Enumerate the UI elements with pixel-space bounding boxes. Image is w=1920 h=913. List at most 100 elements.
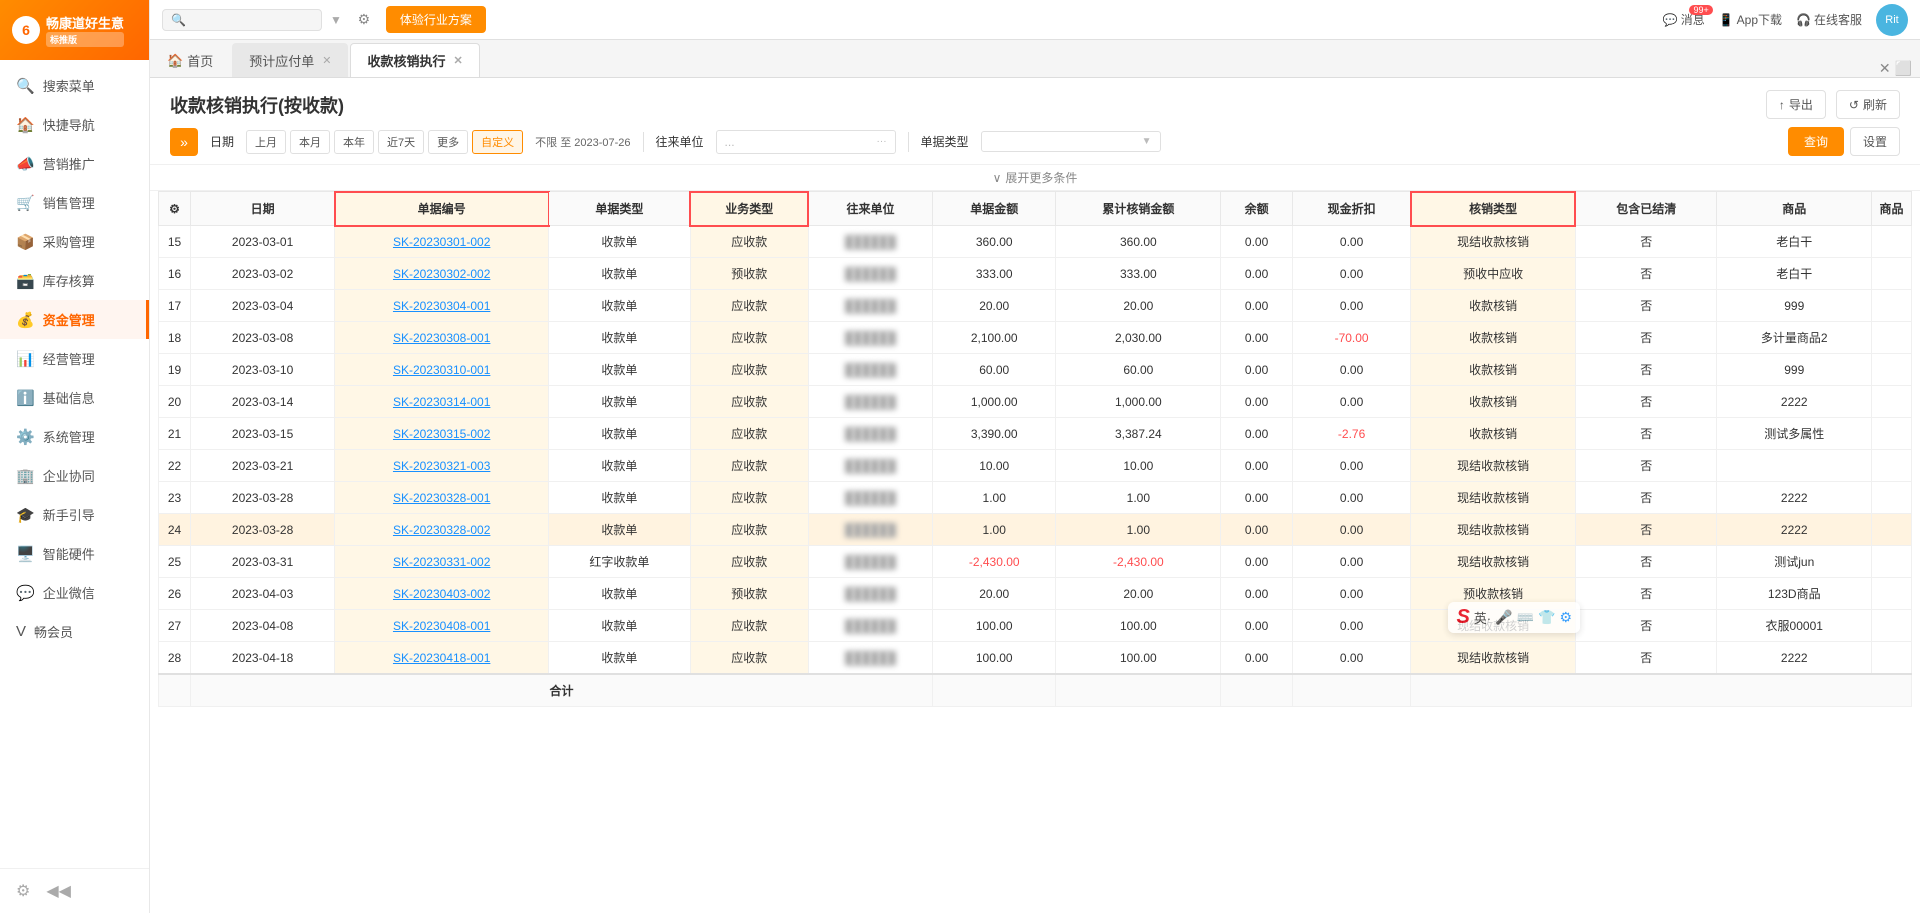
cell-num: 22 bbox=[159, 450, 191, 482]
last-7days-btn[interactable]: 近7天 bbox=[378, 130, 424, 154]
tab-prepay-close[interactable]: ✕ bbox=[322, 54, 331, 67]
cell-discount: 0.00 bbox=[1292, 450, 1410, 482]
doc-no-link[interactable]: SK-20230331-002 bbox=[393, 555, 490, 569]
topbar-gear-button[interactable]: ⚙ bbox=[350, 6, 378, 34]
cell-balance: 0.00 bbox=[1221, 386, 1293, 418]
sidebar-label-operations: 经营管理 bbox=[43, 349, 95, 368]
col-settings[interactable]: ⚙ bbox=[159, 192, 191, 226]
gear-icon[interactable]: ⚙ bbox=[16, 881, 30, 901]
topbar-search-input[interactable] bbox=[190, 13, 310, 27]
doc-type-select[interactable]: ▼ bbox=[981, 131, 1161, 152]
cell-goods1 bbox=[1717, 450, 1872, 482]
data-table: ⚙ 日期 单据编号 单据类型 业务类型 往来单位 单据金额 累计核销金额 余额 … bbox=[158, 191, 1912, 707]
sales-icon: 🛒 bbox=[16, 194, 35, 212]
export-button[interactable]: ↑ 导出 bbox=[1766, 90, 1826, 119]
sidebar-item-wechat[interactable]: 💬企业微信 bbox=[0, 573, 149, 612]
partner-select[interactable]: ... ··· bbox=[716, 130, 896, 154]
cell-doc-no: SK-20230304-001 bbox=[335, 290, 549, 322]
cell-verify-type: 现结收款核销 bbox=[1411, 514, 1576, 546]
doc-no-link[interactable]: SK-20230328-002 bbox=[393, 523, 490, 537]
watermark-grid-icon: ⌨️ bbox=[1517, 609, 1534, 626]
tab-collection[interactable]: 收款核销执行 ✕ bbox=[350, 43, 479, 77]
doc-no-link[interactable]: SK-20230308-001 bbox=[393, 331, 490, 345]
sidebar-item-member[interactable]: V畅会员 bbox=[0, 612, 149, 651]
refresh-button[interactable]: ↺ 刷新 bbox=[1836, 90, 1900, 119]
doc-no-link[interactable]: SK-20230314-001 bbox=[393, 395, 490, 409]
doc-no-link[interactable]: SK-20230403-002 bbox=[393, 587, 490, 601]
this-year-btn[interactable]: 本年 bbox=[334, 130, 374, 154]
cell-goods1: 测试jun bbox=[1717, 546, 1872, 578]
cell-discount: 0.00 bbox=[1292, 546, 1410, 578]
date-filter-label: 日期 bbox=[210, 133, 234, 150]
query-button[interactable]: 查询 bbox=[1788, 127, 1844, 156]
doc-no-link[interactable]: SK-20230304-001 bbox=[393, 299, 490, 313]
cell-goods1: 老白干 bbox=[1717, 258, 1872, 290]
close-tab-button[interactable]: ✕ bbox=[1879, 60, 1891, 77]
cell-num: 28 bbox=[159, 642, 191, 675]
sidebar-item-enterprise[interactable]: 🏢企业协同 bbox=[0, 456, 149, 495]
table-row: 18 2023-03-08 SK-20230308-001 收款单 应收款 ██… bbox=[159, 322, 1912, 354]
collapse-icon[interactable]: ◀◀ bbox=[46, 881, 71, 901]
cell-cumulative: 20.00 bbox=[1056, 578, 1221, 610]
doc-no-link[interactable]: SK-20230310-001 bbox=[393, 363, 490, 377]
doc-no-link[interactable]: SK-20230418-001 bbox=[393, 651, 490, 665]
sidebar-item-purchase[interactable]: 📦采购管理 bbox=[0, 222, 149, 261]
footer-empty bbox=[159, 674, 191, 707]
cell-goods1: 2222 bbox=[1717, 642, 1872, 675]
online-service-button[interactable]: 🎧 在线客服 bbox=[1796, 11, 1862, 28]
industry-solution-button[interactable]: 体验行业方案 bbox=[386, 6, 486, 33]
cell-amount: 20.00 bbox=[932, 290, 1055, 322]
cell-discount: 0.00 bbox=[1292, 226, 1410, 258]
sidebar-item-hardware[interactable]: 🖥️智能硬件 bbox=[0, 534, 149, 573]
sidebar-item-guide[interactable]: 🎓新手引导 bbox=[0, 495, 149, 534]
settings-button[interactable]: 设置 bbox=[1850, 127, 1900, 156]
tab-prepay[interactable]: 预计应付单 ✕ bbox=[232, 43, 348, 77]
cell-amount: 3,390.00 bbox=[932, 418, 1055, 450]
table-row: 20 2023-03-14 SK-20230314-001 收款单 应收款 ██… bbox=[159, 386, 1912, 418]
page-area: 收款核销执行(按收款) ↑ 导出 ↺ 刷新 » 日期 上月 本月 本年 近7天 bbox=[150, 78, 1920, 913]
cell-amount: 100.00 bbox=[932, 610, 1055, 642]
cell-verify-type: 现结收款核销 bbox=[1411, 450, 1576, 482]
cell-doc-type: 收款单 bbox=[549, 322, 691, 354]
custom-date-btn[interactable]: 自定义 bbox=[472, 130, 523, 154]
doc-no-link[interactable]: SK-20230315-002 bbox=[393, 427, 490, 441]
this-month-btn[interactable]: 本月 bbox=[290, 130, 330, 154]
sidebar-item-sales[interactable]: 🛒销售管理 bbox=[0, 183, 149, 222]
cell-num: 17 bbox=[159, 290, 191, 322]
user-avatar[interactable]: Rit bbox=[1876, 4, 1908, 36]
cell-include-settled: 否 bbox=[1575, 482, 1717, 514]
cell-include-settled: 否 bbox=[1575, 418, 1717, 450]
sidebar-item-system[interactable]: ⚙️系统管理 bbox=[0, 417, 149, 456]
cell-goods2 bbox=[1872, 578, 1912, 610]
maximize-button[interactable]: ⬜ bbox=[1895, 60, 1912, 77]
filter-expand-button[interactable]: » bbox=[170, 128, 198, 156]
cell-num: 26 bbox=[159, 578, 191, 610]
sidebar-item-inventory[interactable]: 🗃️库存核算 bbox=[0, 261, 149, 300]
chevron-down-icon[interactable]: ▼ bbox=[330, 13, 342, 27]
last-month-btn[interactable]: 上月 bbox=[246, 130, 286, 154]
sidebar-item-search[interactable]: 🔍搜索菜单 bbox=[0, 66, 149, 105]
sidebar-item-quicknav[interactable]: 🏠快捷导航 bbox=[0, 105, 149, 144]
notification-button[interactable]: 💬 消息 99+ bbox=[1663, 11, 1705, 28]
cell-doc-type: 收款单 bbox=[549, 610, 691, 642]
home-icon: 🏠 bbox=[167, 53, 183, 69]
table-row: 16 2023-03-02 SK-20230302-002 收款单 预收款 ██… bbox=[159, 258, 1912, 290]
watermark-s: S bbox=[1456, 606, 1469, 629]
expand-more-bar[interactable]: ∨ 展开更多条件 bbox=[150, 165, 1920, 191]
sidebar-item-finance[interactable]: 💰资金管理 bbox=[0, 300, 149, 339]
tab-home[interactable]: 🏠 首页 bbox=[150, 43, 230, 77]
footer-amount bbox=[932, 674, 1055, 707]
doc-no-link[interactable]: SK-20230302-002 bbox=[393, 267, 490, 281]
doc-no-link[interactable]: SK-20230408-001 bbox=[393, 619, 490, 633]
sidebar-item-basic[interactable]: ℹ️基础信息 bbox=[0, 378, 149, 417]
sidebar-item-operations[interactable]: 📊经营管理 bbox=[0, 339, 149, 378]
doc-no-link[interactable]: SK-20230321-003 bbox=[393, 459, 490, 473]
doc-no-link[interactable]: SK-20230328-001 bbox=[393, 491, 490, 505]
more-date-btn[interactable]: 更多 bbox=[428, 130, 468, 154]
app-download-button[interactable]: 📱 App下载 bbox=[1719, 11, 1782, 28]
sidebar-item-marketing[interactable]: 📣营销推广 bbox=[0, 144, 149, 183]
tab-collection-close[interactable]: ✕ bbox=[453, 54, 462, 67]
cell-balance: 0.00 bbox=[1221, 514, 1293, 546]
doc-no-link[interactable]: SK-20230301-002 bbox=[393, 235, 490, 249]
cell-date: 2023-03-28 bbox=[191, 514, 335, 546]
